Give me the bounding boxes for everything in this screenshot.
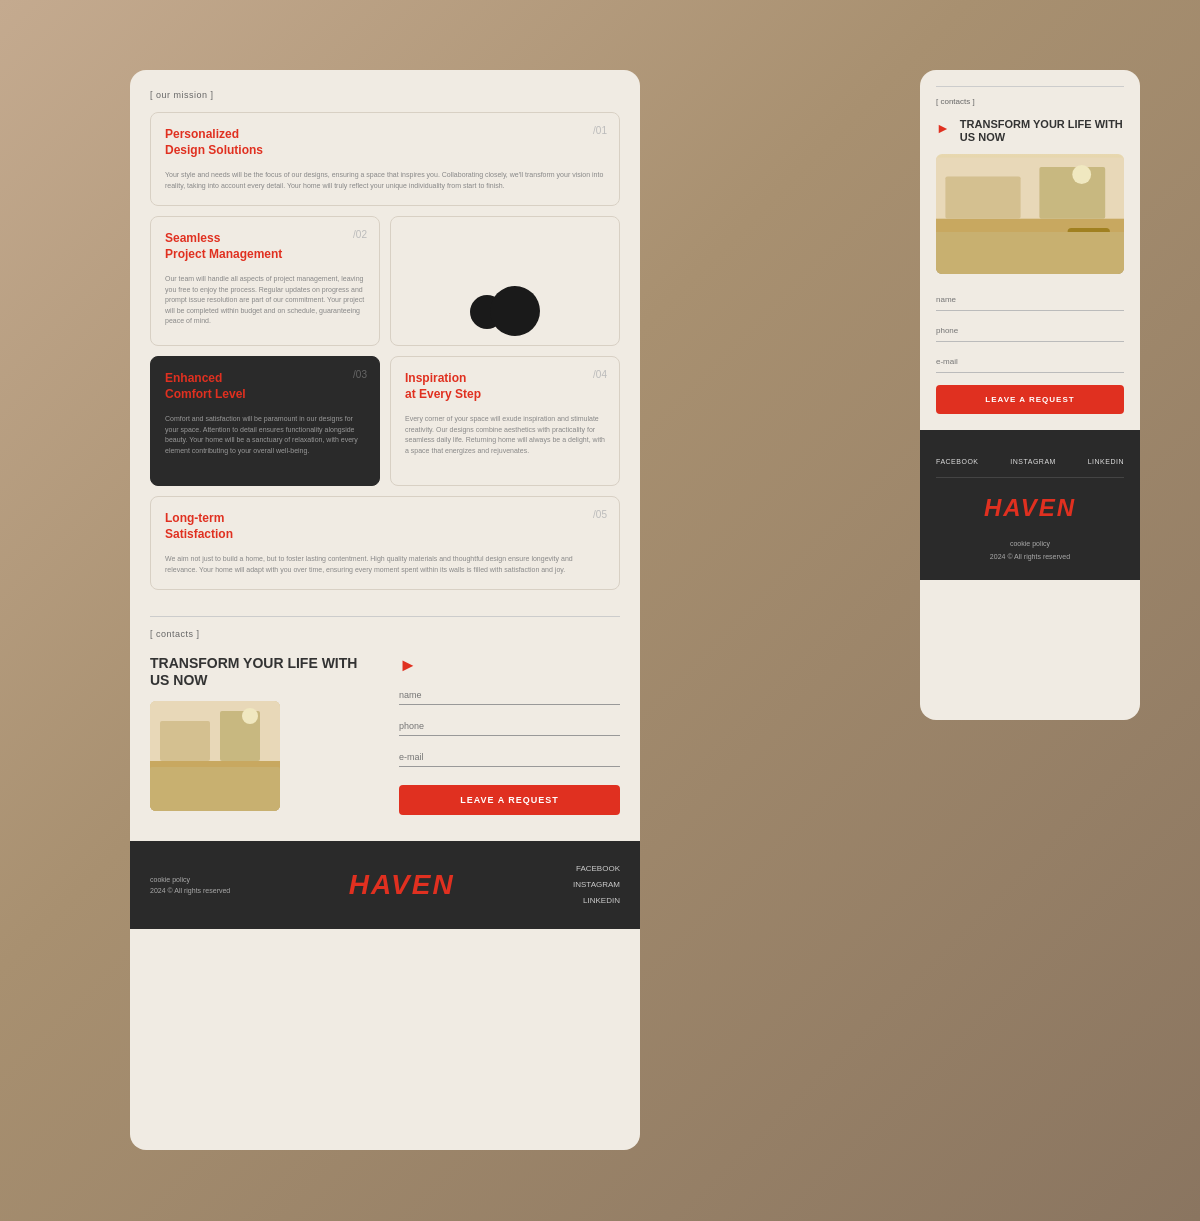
feature-desc-02: Our team will handle all aspects of proj… — [165, 274, 365, 327]
svg-rect-6 — [240, 771, 270, 801]
leave-request-button[interactable]: LEAVE A REQUEST — [399, 785, 620, 815]
contacts-label: [ contacts ] — [150, 616, 620, 639]
feature-number-03: /03 — [353, 369, 367, 380]
right-transform-text: TRANSFORM YOUR LIFE WITH US NOW — [960, 118, 1124, 144]
feature-title-01: PersonalizedDesign Solutions — [165, 127, 605, 158]
right-card: [ contacts ] ► TRANSFORM YOUR LIFE WITH … — [920, 70, 1140, 720]
name-input[interactable] — [399, 686, 620, 705]
mission-section: [ our mission ] — [130, 70, 640, 100]
feature-card-03: /03 EnhancedComfort Level Comfort and sa… — [150, 356, 380, 486]
svg-rect-13 — [1068, 228, 1110, 261]
right-header-row: ► TRANSFORM YOUR LIFE WITH US NOW — [936, 118, 1124, 154]
svg-point-4 — [242, 708, 258, 724]
contacts-form: ► LEAVE A REQUEST — [387, 655, 620, 815]
circle-decoration — [470, 291, 540, 331]
transform-heading: TRANSFORM YOUR LIFE WITH US NOW — [150, 655, 371, 689]
feature-card-05: /05 Long-termSatisfaction We aim not jus… — [150, 496, 620, 590]
right-contacts-label: [ contacts ] — [936, 86, 1124, 106]
footer-link-instagram[interactable]: INSTAGRAM — [573, 877, 620, 893]
email-input[interactable] — [399, 748, 620, 767]
right-copyright: 2024 © All rights reserved — [936, 551, 1124, 564]
phone-input[interactable] — [399, 717, 620, 736]
room-image — [150, 701, 280, 811]
circle-big — [490, 286, 540, 336]
feature-card-04: /04 Inspirationat Every Step Every corne… — [390, 356, 620, 486]
right-name-input[interactable] — [936, 289, 1124, 311]
svg-point-11 — [1072, 165, 1091, 184]
footer-link-facebook[interactable]: FACEBOOK — [573, 861, 620, 877]
row-02: /02 SeamlessProject Management Our team … — [150, 216, 620, 346]
arrow-icon: ► — [399, 655, 620, 676]
contacts-left: TRANSFORM YOUR LIFE WITH US NOW — [150, 655, 371, 815]
feature-desc-05: We aim not just to build a home, but to … — [165, 554, 605, 575]
svg-rect-1 — [150, 761, 280, 811]
contacts-content: TRANSFORM YOUR LIFE WITH US NOW — [150, 655, 620, 815]
row-03-04: /03 EnhancedComfort Level Comfort and sa… — [150, 356, 620, 486]
email-field[interactable] — [399, 746, 620, 767]
right-instagram[interactable]: INSTAGRAM — [1010, 458, 1056, 465]
svg-rect-9 — [945, 177, 1020, 219]
svg-rect-8 — [936, 219, 1124, 271]
right-phone-input[interactable] — [936, 320, 1124, 342]
right-linkedin[interactable]: LINKEDIN — [1088, 458, 1124, 465]
footer-link-linkedin[interactable]: LINKEDIN — [573, 893, 620, 909]
right-room-image — [936, 154, 1124, 274]
feature-card-02: /02 SeamlessProject Management Our team … — [150, 216, 380, 346]
feature-desc-04: Every corner of your space will exude in… — [405, 414, 605, 456]
right-haven-logo: HAVEN — [936, 494, 1124, 522]
main-card: [ our mission ] /01 PersonalizedDesign S… — [130, 70, 640, 1150]
right-card-inner: [ contacts ] ► TRANSFORM YOUR LIFE WITH … — [920, 70, 1140, 430]
feature-title-05: Long-termSatisfaction — [165, 511, 605, 542]
feature-desc-03: Comfort and satisfaction will be paramou… — [165, 414, 365, 456]
right-footer-legal: cookie policy 2024 © All rights reserved — [936, 538, 1124, 563]
feature-number-05: /05 — [593, 509, 607, 520]
copyright: 2024 © All rights reserved — [150, 885, 230, 896]
svg-rect-10 — [1039, 167, 1105, 219]
feature-number-04: /04 — [593, 369, 607, 380]
mission-label: [ our mission ] — [150, 90, 620, 100]
svg-rect-5 — [170, 776, 230, 801]
right-room-svg — [936, 154, 1124, 274]
footer-links: FACEBOOK INSTAGRAM LINKEDIN — [573, 861, 620, 909]
feature-title-03: EnhancedComfort Level — [165, 371, 365, 402]
right-arrow-icon: ► — [936, 120, 950, 136]
phone-field[interactable] — [399, 715, 620, 736]
feature-number-01: /01 — [593, 125, 607, 136]
right-facebook[interactable]: FACEBOOK — [936, 458, 979, 465]
feature-title-04: Inspirationat Every Step — [405, 371, 605, 402]
circle-decoration-card — [390, 216, 620, 346]
right-social-links: FACEBOOK INSTAGRAM LINKEDIN — [936, 446, 1124, 478]
feature-desc-01: Your style and needs will be the focus o… — [165, 170, 605, 191]
contacts-section: [ contacts ] TRANSFORM YOUR LIFE WITH US… — [130, 600, 640, 831]
name-field[interactable] — [399, 684, 620, 705]
right-email-input[interactable] — [936, 351, 1124, 373]
right-leave-request-button[interactable]: LEAVE A REQUEST — [936, 385, 1124, 414]
right-footer: FACEBOOK INSTAGRAM LINKEDIN HAVEN cookie… — [920, 430, 1140, 579]
right-cookie-policy: cookie policy — [936, 538, 1124, 551]
svg-rect-12 — [964, 233, 1049, 259]
room-image-inner — [150, 701, 280, 811]
features-area: /01 PersonalizedDesign Solutions Your st… — [130, 112, 640, 590]
feature-title-02: SeamlessProject Management — [165, 231, 365, 262]
svg-rect-2 — [160, 721, 210, 761]
feature-number-02: /02 — [353, 229, 367, 240]
footer-legal: cookie policy 2024 © All rights reserved — [150, 874, 230, 896]
feature-card-01: /01 PersonalizedDesign Solutions Your st… — [150, 112, 620, 206]
haven-logo: HAVEN — [349, 869, 455, 901]
room-svg — [150, 701, 280, 811]
main-footer: cookie policy 2024 © All rights reserved… — [130, 841, 640, 929]
cookie-policy: cookie policy — [150, 874, 230, 885]
